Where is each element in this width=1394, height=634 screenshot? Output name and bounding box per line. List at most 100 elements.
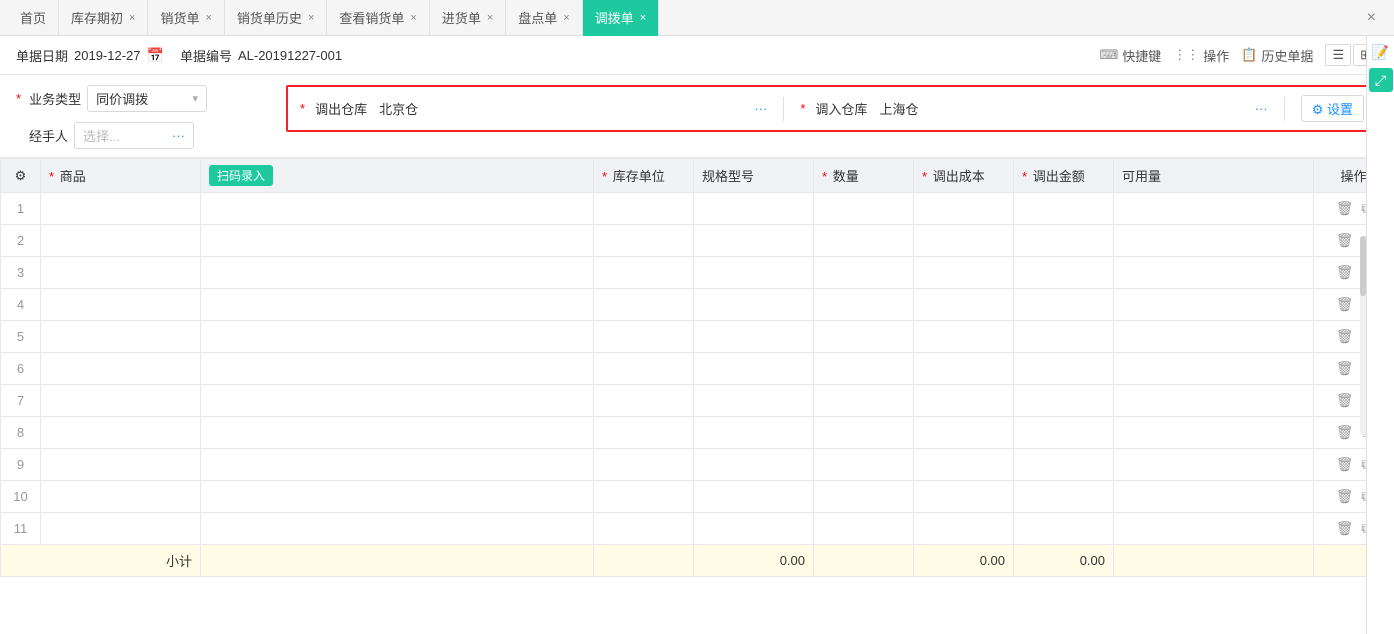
shortcut-button[interactable]: ⌨ 快捷键 bbox=[1099, 46, 1161, 65]
tab-stocktake[interactable]: 盘点单 × bbox=[506, 0, 582, 36]
tab-close-sales-history[interactable]: × bbox=[308, 12, 314, 24]
amount-cell-2[interactable] bbox=[1014, 225, 1114, 257]
amount-cell-5[interactable] bbox=[1014, 321, 1114, 353]
qty-cell-7[interactable] bbox=[814, 385, 914, 417]
cost-cell-5[interactable] bbox=[914, 321, 1014, 353]
warehouse-out-value[interactable]: 北京仓 bbox=[379, 99, 418, 118]
tab-purchase[interactable]: 进货单 × bbox=[430, 0, 506, 36]
spec-cell-1[interactable] bbox=[694, 193, 814, 225]
unit-cell-6[interactable] bbox=[594, 353, 694, 385]
qty-cell-9[interactable] bbox=[814, 449, 914, 481]
handler-more-button[interactable]: ··· bbox=[172, 128, 185, 143]
delete-icon-6[interactable]: 🗑 bbox=[1336, 360, 1354, 376]
delete-icon-1[interactable]: 🗑 bbox=[1336, 200, 1354, 216]
product-cell-1[interactable] bbox=[41, 193, 201, 225]
history-button[interactable]: 📋 历史单据 bbox=[1241, 46, 1313, 65]
cost-cell-3[interactable] bbox=[914, 257, 1014, 289]
delete-icon-2[interactable]: 🗑 bbox=[1336, 232, 1354, 248]
delete-icon-5[interactable]: 🗑 bbox=[1336, 328, 1354, 344]
product-cell-9[interactable] bbox=[41, 449, 201, 481]
cost-cell-7[interactable] bbox=[914, 385, 1014, 417]
cost-cell-9[interactable] bbox=[914, 449, 1014, 481]
product-cell-4[interactable] bbox=[41, 289, 201, 321]
unit-cell-4[interactable] bbox=[594, 289, 694, 321]
warehouse-out-more-button[interactable]: ··· bbox=[754, 101, 767, 116]
tab-close-inventory-init[interactable]: × bbox=[129, 12, 135, 24]
qty-cell-1[interactable] bbox=[814, 193, 914, 225]
product-cell-2[interactable] bbox=[41, 225, 201, 257]
tab-close-purchase[interactable]: × bbox=[487, 12, 493, 24]
delete-icon-9[interactable]: 🗑 bbox=[1336, 456, 1354, 472]
delete-icon-3[interactable]: 🗑 bbox=[1336, 264, 1354, 280]
unit-cell-5[interactable] bbox=[594, 321, 694, 353]
spec-cell-10[interactable] bbox=[694, 481, 814, 513]
qty-cell-2[interactable] bbox=[814, 225, 914, 257]
calendar-icon[interactable]: 📅 bbox=[147, 47, 164, 64]
cost-cell-2[interactable] bbox=[914, 225, 1014, 257]
spec-cell-11[interactable] bbox=[694, 513, 814, 545]
window-close-button[interactable]: × bbox=[1357, 9, 1386, 27]
amount-cell-4[interactable] bbox=[1014, 289, 1114, 321]
amount-cell-6[interactable] bbox=[1014, 353, 1114, 385]
spec-cell-7[interactable] bbox=[694, 385, 814, 417]
qty-cell-8[interactable] bbox=[814, 417, 914, 449]
unit-cell-9[interactable] bbox=[594, 449, 694, 481]
delete-icon-8[interactable]: 🗑 bbox=[1336, 424, 1354, 440]
spec-cell-3[interactable] bbox=[694, 257, 814, 289]
spec-cell-9[interactable] bbox=[694, 449, 814, 481]
scan-button[interactable]: 扫码录入 bbox=[209, 165, 273, 186]
qty-cell-3[interactable] bbox=[814, 257, 914, 289]
qty-cell-4[interactable] bbox=[814, 289, 914, 321]
operation-button[interactable]: ⋮⋮ 操作 bbox=[1173, 46, 1229, 65]
cost-cell-1[interactable] bbox=[914, 193, 1014, 225]
tab-inventory-init[interactable]: 库存期初 × bbox=[59, 0, 148, 36]
amount-cell-7[interactable] bbox=[1014, 385, 1114, 417]
tab-transfer[interactable]: 调拨单 × bbox=[583, 0, 659, 36]
cost-cell-8[interactable] bbox=[914, 417, 1014, 449]
tab-close-sales-order[interactable]: × bbox=[205, 12, 211, 24]
product-cell-6[interactable] bbox=[41, 353, 201, 385]
amount-cell-8[interactable] bbox=[1014, 417, 1114, 449]
business-type-select[interactable]: 同价调拨 ▾ bbox=[87, 85, 207, 112]
qty-cell-5[interactable] bbox=[814, 321, 914, 353]
amount-cell-11[interactable] bbox=[1014, 513, 1114, 545]
tab-close-transfer[interactable]: × bbox=[640, 12, 646, 24]
spec-cell-2[interactable] bbox=[694, 225, 814, 257]
cost-cell-10[interactable] bbox=[914, 481, 1014, 513]
product-cell-5[interactable] bbox=[41, 321, 201, 353]
delete-icon-10[interactable]: 🗑 bbox=[1336, 488, 1354, 504]
product-cell-7[interactable] bbox=[41, 385, 201, 417]
delete-icon-7[interactable]: 🗑 bbox=[1336, 392, 1354, 408]
cost-cell-11[interactable] bbox=[914, 513, 1014, 545]
tab-sales-order[interactable]: 销货单 × bbox=[148, 0, 224, 36]
date-value[interactable]: 2019-12-27 bbox=[74, 48, 141, 63]
product-cell-3[interactable] bbox=[41, 257, 201, 289]
unit-cell-8[interactable] bbox=[594, 417, 694, 449]
spec-cell-4[interactable] bbox=[694, 289, 814, 321]
amount-cell-9[interactable] bbox=[1014, 449, 1114, 481]
product-cell-8[interactable] bbox=[41, 417, 201, 449]
amount-cell-10[interactable] bbox=[1014, 481, 1114, 513]
qty-cell-6[interactable] bbox=[814, 353, 914, 385]
delete-icon-4[interactable]: 🗑 bbox=[1336, 296, 1354, 312]
expand-panel-button[interactable]: ⤢ bbox=[1369, 68, 1393, 92]
spec-cell-5[interactable] bbox=[694, 321, 814, 353]
settings-button[interactable]: ⚙ 设置 bbox=[1301, 95, 1364, 122]
amount-cell-3[interactable] bbox=[1014, 257, 1114, 289]
unit-cell-2[interactable] bbox=[594, 225, 694, 257]
note-panel-button[interactable]: 📝 bbox=[1369, 40, 1393, 64]
unit-cell-3[interactable] bbox=[594, 257, 694, 289]
col-header-gear[interactable]: ⚙ bbox=[1, 159, 41, 193]
list-view-button[interactable]: ☰ bbox=[1325, 44, 1351, 66]
cost-cell-6[interactable] bbox=[914, 353, 1014, 385]
tab-sales-history[interactable]: 销货单历史 × bbox=[225, 0, 327, 36]
qty-cell-10[interactable] bbox=[814, 481, 914, 513]
cost-cell-4[interactable] bbox=[914, 289, 1014, 321]
handler-select[interactable]: 选择... ··· bbox=[74, 122, 194, 149]
delete-icon-11[interactable]: 🗑 bbox=[1336, 520, 1354, 536]
qty-cell-11[interactable] bbox=[814, 513, 914, 545]
tab-home[interactable]: 首页 bbox=[8, 0, 59, 36]
unit-cell-11[interactable] bbox=[594, 513, 694, 545]
unit-cell-10[interactable] bbox=[594, 481, 694, 513]
unit-cell-7[interactable] bbox=[594, 385, 694, 417]
